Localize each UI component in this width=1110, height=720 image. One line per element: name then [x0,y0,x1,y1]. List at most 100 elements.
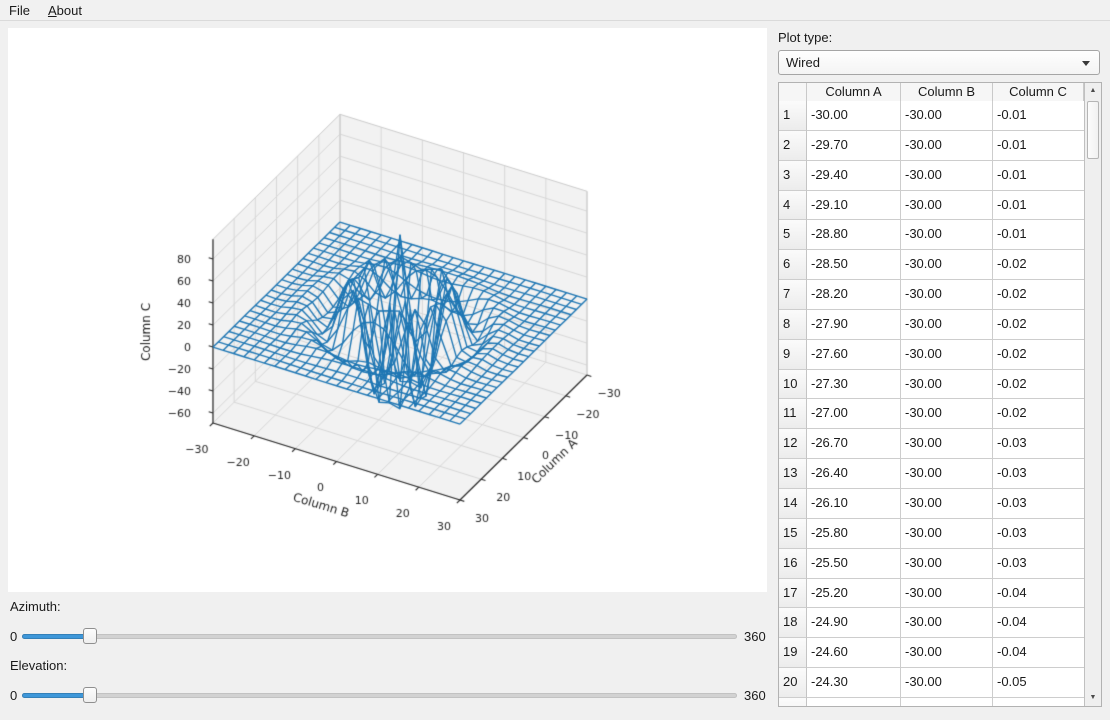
table-cell[interactable]: -30.00 [901,608,993,638]
table-cell[interactable]: -0.02 [993,399,1084,429]
table-cell[interactable]: -30.00 [901,489,993,519]
row-header[interactable]: 13 [779,459,807,489]
table-cell[interactable]: -30.00 [901,399,993,429]
table-scrollbar[interactable]: ▲ ▼ [1084,83,1101,706]
table-cell[interactable]: -30.00 [901,131,993,161]
table-cell[interactable]: -30.00 [901,340,993,370]
table-cell[interactable]: -0.01 [993,191,1084,221]
column-header[interactable]: Column C [993,83,1084,101]
row-header[interactable]: 6 [779,250,807,280]
menu-item-file[interactable]: File [0,1,39,20]
table-cell[interactable]: -30.00 [901,280,993,310]
row-header[interactable]: 15 [779,519,807,549]
row-header[interactable]: 9 [779,340,807,370]
row-header[interactable]: 19 [779,638,807,668]
table-cell[interactable]: -0.03 [993,459,1084,489]
plot-type-combobox[interactable]: Wired [778,50,1100,75]
row-header[interactable]: 4 [779,191,807,221]
table-cell[interactable]: -27.60 [807,340,901,370]
table-cell[interactable]: -30.00 [901,161,993,191]
table-cell[interactable] [807,698,901,706]
table-cell[interactable]: -0.02 [993,280,1084,310]
elevation-slider-handle[interactable] [83,687,97,703]
column-header[interactable]: Column B [901,83,993,101]
table-cell[interactable]: -0.01 [993,220,1084,250]
table-cell[interactable]: -0.03 [993,519,1084,549]
table-cell[interactable]: -0.02 [993,370,1084,400]
table-cell[interactable]: -29.40 [807,161,901,191]
scroll-up-icon[interactable]: ▲ [1086,83,1100,98]
table-cell[interactable]: -30.00 [901,101,993,131]
column-header[interactable]: Column A [807,83,901,101]
table-cell[interactable]: -30.00 [901,310,993,340]
table-cell[interactable]: -30.00 [901,668,993,698]
table-cell[interactable]: -28.80 [807,220,901,250]
row-header[interactable] [779,698,807,706]
table-cell[interactable]: -0.04 [993,579,1084,609]
table-row: 8-27.90-30.00-0.02 [779,310,1084,340]
azimuth-slider[interactable] [22,634,737,639]
table-cell[interactable]: -0.04 [993,638,1084,668]
table-cell[interactable]: -30.00 [901,220,993,250]
table-cell[interactable]: -24.30 [807,668,901,698]
table-cell[interactable]: -27.90 [807,310,901,340]
table-cell[interactable]: -0.02 [993,340,1084,370]
table-corner-header[interactable] [779,83,807,101]
table-cell[interactable]: -26.70 [807,429,901,459]
table-cell[interactable]: -0.02 [993,250,1084,280]
table-cell[interactable]: -30.00 [901,579,993,609]
table-cell[interactable]: -29.10 [807,191,901,221]
row-header[interactable]: 7 [779,280,807,310]
table-cell[interactable]: -30.00 [807,101,901,131]
row-header[interactable]: 3 [779,161,807,191]
menu-item-about[interactable]: About [39,1,91,20]
row-header[interactable]: 10 [779,370,807,400]
table-cell[interactable]: -24.60 [807,638,901,668]
row-header[interactable]: 1 [779,101,807,131]
table-cell[interactable]: -26.40 [807,459,901,489]
row-header[interactable]: 5 [779,220,807,250]
table-cell[interactable]: -27.30 [807,370,901,400]
table-cell[interactable]: -30.00 [901,250,993,280]
table-cell[interactable]: -30.00 [901,459,993,489]
table-cell[interactable]: -25.50 [807,549,901,579]
table-cell[interactable]: -0.05 [993,668,1084,698]
table-cell[interactable]: -28.20 [807,280,901,310]
row-header[interactable]: 12 [779,429,807,459]
table-cell[interactable]: -0.02 [993,310,1084,340]
table-cell[interactable]: -0.03 [993,489,1084,519]
table-cell[interactable]: -30.00 [901,549,993,579]
azimuth-slider-handle[interactable] [83,628,97,644]
table-cell[interactable]: -30.00 [901,370,993,400]
table-cell[interactable]: -25.80 [807,519,901,549]
table-cell[interactable] [901,698,993,706]
table-cell[interactable]: -0.03 [993,429,1084,459]
table-cell[interactable]: -0.01 [993,101,1084,131]
table-cell[interactable]: -28.50 [807,250,901,280]
row-header[interactable]: 8 [779,310,807,340]
table-cell[interactable]: -27.00 [807,399,901,429]
table-cell[interactable] [993,698,1084,706]
table-cell[interactable]: -0.01 [993,161,1084,191]
table-cell[interactable]: -26.10 [807,489,901,519]
table-cell[interactable]: -0.04 [993,608,1084,638]
table-cell[interactable]: -30.00 [901,191,993,221]
table-cell[interactable]: -29.70 [807,131,901,161]
row-header[interactable]: 20 [779,668,807,698]
row-header[interactable]: 18 [779,608,807,638]
table-cell[interactable]: -25.20 [807,579,901,609]
scrollbar-thumb[interactable] [1087,101,1099,159]
row-header[interactable]: 17 [779,579,807,609]
table-cell[interactable]: -30.00 [901,638,993,668]
row-header[interactable]: 2 [779,131,807,161]
scroll-down-icon[interactable]: ▼ [1086,690,1100,705]
table-cell[interactable]: -0.01 [993,131,1084,161]
table-cell[interactable]: -30.00 [901,519,993,549]
table-cell[interactable]: -24.90 [807,608,901,638]
row-header[interactable]: 11 [779,399,807,429]
table-cell[interactable]: -0.03 [993,549,1084,579]
row-header[interactable]: 14 [779,489,807,519]
elevation-slider[interactable] [22,693,737,698]
table-cell[interactable]: -30.00 [901,429,993,459]
row-header[interactable]: 16 [779,549,807,579]
